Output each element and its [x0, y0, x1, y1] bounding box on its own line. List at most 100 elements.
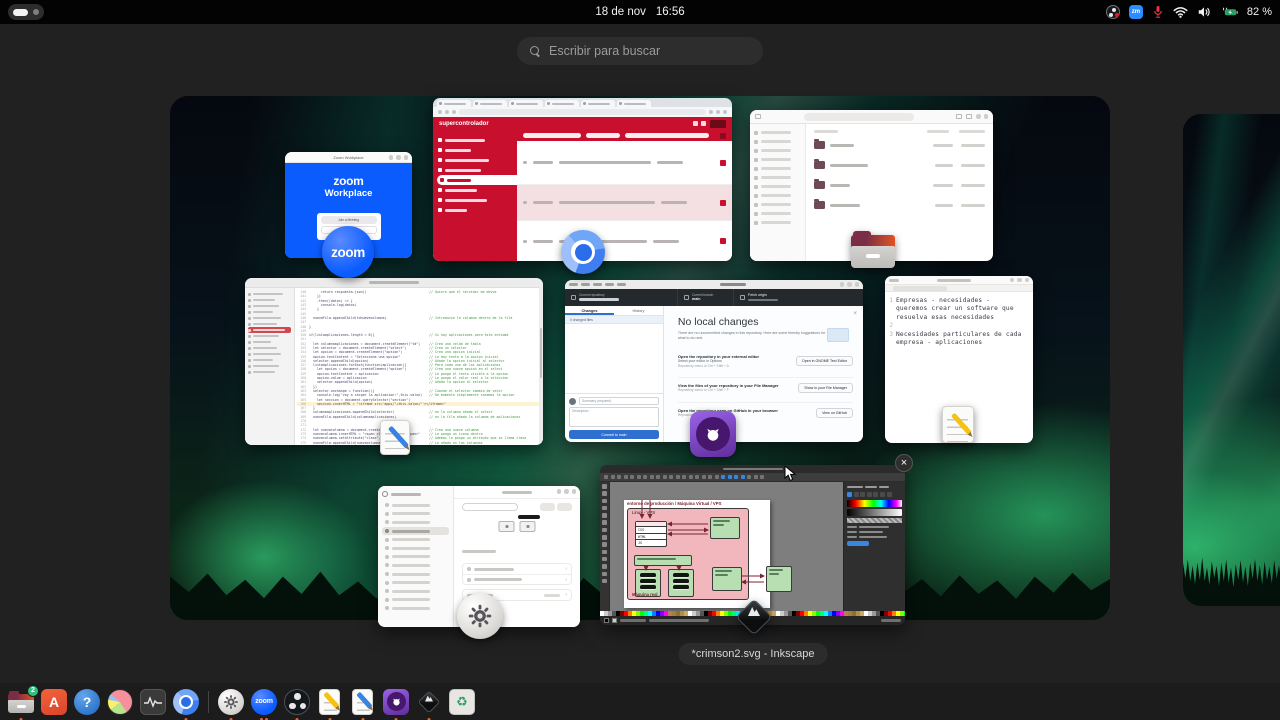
apply-button[interactable] [847, 541, 869, 547]
editor-file-tree[interactable] [245, 288, 295, 445]
dock-item-inkscape[interactable] [416, 689, 442, 720]
row-delete-icon[interactable] [720, 159, 726, 166]
search-icon[interactable] [382, 491, 388, 497]
browser-tab[interactable] [617, 100, 651, 107]
display-arrangement-widget[interactable] [454, 513, 580, 541]
settings-search-field[interactable] [462, 503, 518, 511]
window-controls[interactable] [976, 114, 988, 119]
column-filter-input[interactable] [523, 133, 581, 138]
workspace-next-partial[interactable] [1183, 114, 1280, 606]
current-branch-button[interactable]: Current branch main [678, 289, 734, 306]
dock-item-zoom[interactable]: zoom [251, 688, 277, 720]
files-sidebar-item[interactable] [754, 137, 801, 146]
dock-item-files[interactable]: 2 [8, 684, 39, 720]
clock-menu[interactable]: 18 de nov 16:56 [595, 0, 684, 24]
settings-button[interactable] [540, 503, 555, 511]
folder-row[interactable] [814, 135, 985, 155]
github-menubar[interactable] [565, 280, 863, 289]
files-list-header[interactable] [814, 127, 985, 135]
current-repository-button[interactable]: Current repository [565, 289, 678, 306]
fetch-origin-button[interactable]: Fetch origin [734, 289, 784, 306]
dock-item-chromium[interactable] [173, 688, 199, 720]
settings-sidebar[interactable] [378, 486, 454, 627]
table-row[interactable] [517, 141, 732, 185]
settings-nav-item[interactable] [382, 587, 449, 596]
inkscape-canvas[interactable]: entorno de producción / Máquina Virtual … [610, 482, 843, 611]
table-header[interactable] [517, 130, 732, 141]
browser-tab[interactable] [581, 100, 615, 107]
suggestion-button[interactable]: Open in GNOME Text Editor [795, 355, 853, 366]
settings-nav-item[interactable] [382, 501, 449, 510]
inkscape-toolbox[interactable] [600, 482, 610, 611]
dock-item-disk-usage[interactable] [107, 688, 133, 715]
files-sidebar-item[interactable] [754, 146, 801, 155]
tree-item[interactable] [248, 369, 291, 375]
settings-nav-item[interactable] [382, 596, 449, 605]
summary-input[interactable]: Summary (required) [579, 397, 659, 405]
join-meeting-button[interactable]: Join a Meeting [320, 216, 377, 224]
dismiss-icon[interactable]: × [853, 311, 857, 317]
row-delete-icon[interactable] [720, 199, 726, 206]
dock-item-text-editor[interactable] [317, 688, 343, 720]
column-filter-input[interactable] [625, 133, 709, 138]
sidebar-item[interactable] [433, 185, 517, 195]
settings-nav-item[interactable] [382, 544, 449, 553]
sidebar-item[interactable] [433, 155, 517, 165]
folder-row[interactable] [814, 155, 985, 175]
settings-nav-item[interactable] [382, 604, 449, 613]
fill-stroke-panel[interactable] [843, 482, 905, 611]
folder-row[interactable] [814, 175, 985, 195]
workspace-indicator-pill[interactable] [8, 4, 44, 20]
settings-nav-item[interactable] [382, 578, 449, 587]
svg-page[interactable]: entorno de producción / Máquina Virtual … [624, 500, 792, 608]
browser-tab[interactable] [545, 100, 579, 107]
files-sidebar-item[interactable] [754, 200, 801, 209]
browser-toolbar[interactable] [433, 107, 732, 117]
path-bar[interactable] [803, 112, 914, 121]
changed-files-row[interactable]: 0 changed files [565, 316, 663, 324]
header-action-icon[interactable] [693, 121, 698, 126]
files-sidebar-item[interactable] [754, 191, 801, 200]
settings-nav-item[interactable] [382, 570, 449, 579]
dock-item-github-desktop[interactable] [383, 688, 409, 720]
monitor-2[interactable] [519, 521, 536, 532]
sidebar-item-active[interactable] [437, 175, 517, 185]
suggestion-button[interactable]: Show in your File Manager [798, 382, 853, 393]
back-icon[interactable] [438, 110, 442, 114]
files-sidebar-item[interactable] [754, 182, 801, 191]
hue-gradient-bar[interactable] [847, 500, 902, 507]
dock-item-settings[interactable] [218, 688, 244, 720]
files-sidebar[interactable] [750, 124, 806, 261]
notes-tab-bar[interactable] [885, 285, 1033, 292]
dock-item-help[interactable]: ? [74, 688, 100, 715]
folder-row[interactable] [814, 195, 985, 215]
profile-icon[interactable] [716, 110, 720, 114]
description-input[interactable]: Description [569, 407, 659, 427]
settings-row[interactable]: › [463, 574, 571, 584]
menu-icon[interactable] [723, 110, 727, 114]
browser-tab[interactable] [473, 100, 507, 107]
reload-icon[interactable] [452, 110, 456, 114]
browser-tab[interactable] [437, 100, 471, 107]
obs-tray-icon[interactable] [1105, 5, 1120, 19]
settings-nav-item[interactable] [382, 553, 449, 562]
search-input[interactable]: Escribir para buscar [517, 37, 763, 65]
dock-item-obs[interactable] [284, 688, 310, 720]
settings-row[interactable]: › [463, 564, 571, 574]
files-sidebar-item[interactable] [754, 164, 801, 173]
settings-nav-item[interactable] [382, 535, 449, 544]
dock-item-code-editor[interactable] [350, 688, 376, 720]
address-bar[interactable] [459, 109, 706, 115]
row-delete-icon[interactable] [720, 238, 726, 244]
files-sidebar-item[interactable] [754, 173, 801, 182]
view-toggle-icon[interactable] [966, 114, 972, 119]
settings-nav-item[interactable] [382, 561, 449, 570]
tab-history[interactable]: History [614, 306, 663, 315]
table-row[interactable] [517, 221, 732, 261]
table-header-action[interactable] [720, 132, 726, 139]
window-controls[interactable] [556, 489, 576, 494]
dock-item-app-center[interactable]: A [41, 688, 67, 715]
dock-item-system-monitor[interactable] [140, 688, 166, 715]
files-sidebar-item[interactable] [754, 209, 801, 218]
files-sidebar-item[interactable] [754, 128, 801, 137]
